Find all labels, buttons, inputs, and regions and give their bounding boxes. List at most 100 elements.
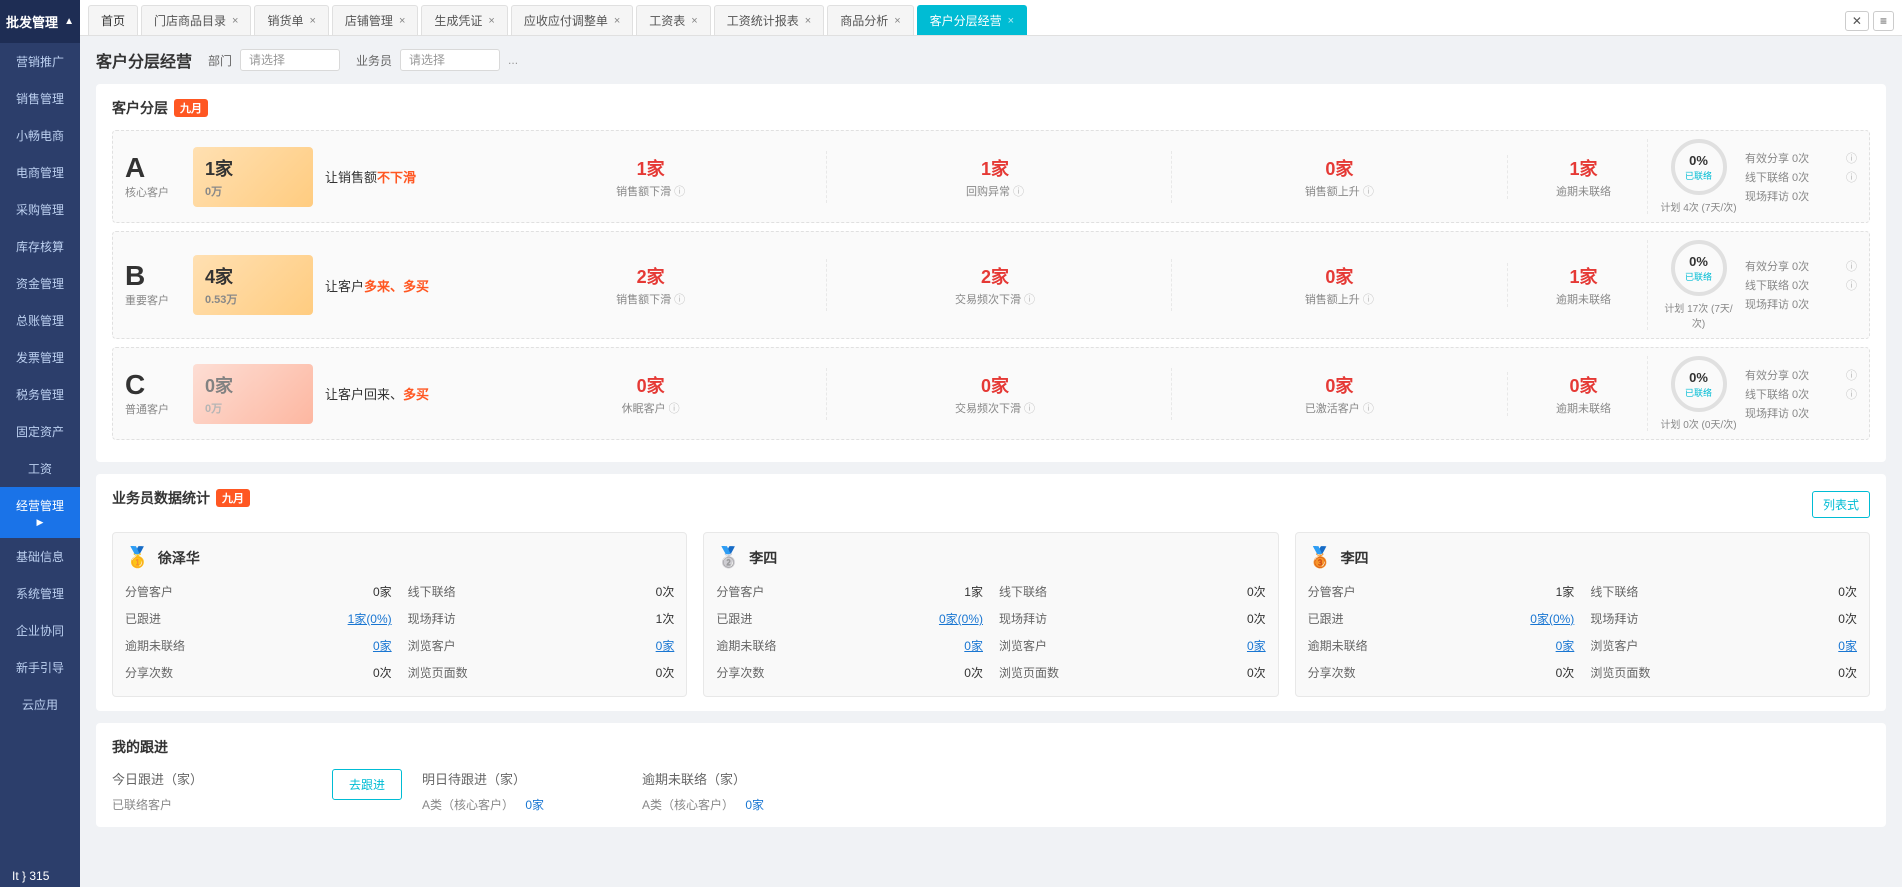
salesman-filter-group: 业务员 请选择 ...	[356, 49, 518, 71]
tier-b-stat-3-count: 0家	[1180, 263, 1499, 289]
tab-voucher-close[interactable]: ×	[488, 15, 494, 27]
tier-c-stat-2-info-icon[interactable]: ⓘ	[1024, 400, 1035, 416]
tab-voucher-label: 生成凭证	[434, 12, 482, 29]
tier-c-right-stats: 有效分享 0次 ⓘ 线下联络 0次 ⓘ 现场拜访 0次	[1737, 367, 1857, 421]
tier-c-contact: 0家 逾期未联络	[1507, 372, 1647, 416]
tier-b-right-share-info-icon[interactable]: ⓘ	[1846, 258, 1857, 274]
tab-goods-close[interactable]: ×	[894, 15, 900, 27]
staff-2-stat-followed-val[interactable]: 0家(0%)	[939, 610, 983, 627]
tab-wagestats[interactable]: 工资统计报表 ×	[714, 5, 824, 35]
tier-b-stat-2-info-icon[interactable]: ⓘ	[1024, 291, 1035, 307]
tab-sales-close[interactable]: ×	[309, 15, 315, 27]
tab-wagestats-close[interactable]: ×	[805, 15, 811, 27]
tab-home[interactable]: 首页	[88, 5, 138, 35]
sidebar-header[interactable]: 批发管理 ▲	[0, 0, 80, 43]
tier-c-contact-label: 逾期未联络	[1520, 400, 1647, 416]
tab-close-all-button[interactable]: ✕	[1845, 11, 1869, 31]
tab-goods[interactable]: 商品分析 ×	[827, 5, 913, 35]
staff-2-stat-overdue-val[interactable]: 0家	[964, 637, 983, 654]
tab-product[interactable]: 门店商品目录 ×	[141, 5, 251, 35]
sidebar-item-xiaoshou[interactable]: 销售管理	[0, 80, 80, 117]
tab-customer-close[interactable]: ×	[1008, 15, 1014, 27]
tier-a-stat-1-label: 销售额下滑 ⓘ	[491, 183, 810, 199]
tier-b-slogan-highlight: 多来、多买	[364, 279, 429, 294]
goto-follow-button[interactable]: 去跟进	[332, 769, 402, 800]
sidebar-item-yun[interactable]: 云应用	[0, 686, 80, 723]
sidebar-item-jingying[interactable]: 经营管理 ▶	[0, 487, 80, 538]
staff-3-stat-followed-val[interactable]: 0家(0%)	[1530, 610, 1574, 627]
tier-c-right-stat-share: 有效分享 0次 ⓘ	[1745, 367, 1857, 383]
tier-b-stat-1-info-icon[interactable]: ⓘ	[674, 291, 685, 307]
tier-b-stat-1: 2家 销售额下滑 ⓘ	[483, 259, 818, 311]
tier-a-count-wan: 0万	[205, 183, 301, 199]
sidebar-item-xiaodian[interactable]: 小畅电商	[0, 117, 80, 154]
tab-wage-close[interactable]: ×	[691, 15, 697, 27]
sidebar-item-qiye[interactable]: 企业协同	[0, 612, 80, 649]
sidebar-item-kucun[interactable]: 库存核算	[0, 228, 80, 265]
tab-customer[interactable]: 客户分层经营 ×	[917, 5, 1027, 35]
sidebar-item-yingxiao[interactable]: 营销推广	[0, 43, 80, 80]
filter-dots[interactable]: ...	[508, 53, 518, 67]
tier-c-right-offline-info-icon[interactable]: ⓘ	[1846, 386, 1857, 402]
sidebar-item-gudingzichan[interactable]: 固定资产	[0, 413, 80, 450]
sidebar-item-shuiwu[interactable]: 税务管理	[0, 376, 80, 413]
staff-2-stat-browse-val[interactable]: 0家	[1247, 637, 1266, 654]
staff-3-stat-overdue-val[interactable]: 0家	[1556, 637, 1575, 654]
staff-1-stat-followed-val[interactable]: 1家(0%)	[348, 610, 392, 627]
tab-voucher[interactable]: 生成凭证 ×	[421, 5, 507, 35]
tier-b-stat-2: 2家 交易频次下滑 ⓘ	[826, 259, 1162, 311]
dept-select[interactable]: 请选择	[240, 49, 340, 71]
sidebar-item-jichu[interactable]: 基础信息	[0, 538, 80, 575]
tab-menu-button[interactable]: ≡	[1873, 11, 1894, 31]
sidebar-item-zijin[interactable]: 资金管理	[0, 265, 80, 302]
today-sub-label: 已联络客户	[112, 796, 312, 813]
salesman-select[interactable]: 请选择	[400, 49, 500, 71]
tier-b-right-stats: 有效分享 0次 ⓘ 线下联络 0次 ⓘ 现场拜访 0次	[1737, 258, 1857, 312]
tier-c-stat-3-info-icon[interactable]: ⓘ	[1363, 400, 1374, 416]
tier-a-contact: 1家 逾期未联络	[1507, 155, 1647, 199]
tier-b-stat-1-label: 销售额下滑 ⓘ	[491, 291, 810, 307]
tier-a-count-num: 1家	[205, 155, 301, 181]
tier-b-stat-3: 0家 销售额上升 ⓘ	[1171, 259, 1507, 311]
tier-a-right-share-info-icon[interactable]: ⓘ	[1846, 150, 1857, 166]
tier-a-stat-2-info-icon[interactable]: ⓘ	[1013, 183, 1024, 199]
sidebar-item-xitong[interactable]: 系统管理	[0, 575, 80, 612]
tier-c-label: C 普通客户	[125, 371, 185, 417]
tier-b-right-stat-offline: 线下联络 0次 ⓘ	[1745, 277, 1857, 293]
overdue-sub: A类（核心客户） 0家	[642, 796, 842, 813]
staff-2-stat-fenguan-val: 1家	[964, 583, 983, 600]
tab-receivable[interactable]: 应收应付调整单 ×	[511, 5, 633, 35]
sidebar-item-zongzhang[interactable]: 总账管理	[0, 302, 80, 339]
sidebar-item-dianshang[interactable]: 电商管理	[0, 154, 80, 191]
sidebar-item-gongzi[interactable]: 工资	[0, 450, 80, 487]
list-view-button[interactable]: 列表式	[1812, 491, 1870, 518]
tier-c-stat-2-label: 交易频次下滑 ⓘ	[835, 400, 1154, 416]
tier-c-contact-count: 0家	[1520, 372, 1647, 398]
staff-3-stat-browse-val[interactable]: 0家	[1838, 637, 1857, 654]
tab-product-close[interactable]: ×	[232, 15, 238, 27]
tier-b-contact-count: 1家	[1520, 263, 1647, 289]
tab-receivable-close[interactable]: ×	[614, 15, 620, 27]
tier-a-stat-1-info-icon[interactable]: ⓘ	[674, 183, 685, 199]
staff-1-stat-overdue-val[interactable]: 0家	[373, 637, 392, 654]
sidebar-item-label: 发票管理	[4, 349, 76, 366]
tier-c-right-share-info-icon[interactable]: ⓘ	[1846, 367, 1857, 383]
sidebar-item-xinshou[interactable]: 新手引导	[0, 649, 80, 686]
sidebar-item-fapiao[interactable]: 发票管理	[0, 339, 80, 376]
staff-2-stat-browse: 浏览客户 0家	[999, 634, 1266, 657]
tier-a-stat-2: 1家 回购异常 ⓘ	[826, 151, 1162, 203]
tier-b-right-offline-info-icon[interactable]: ⓘ	[1846, 277, 1857, 293]
staff-1-stat-fenguan: 分管客户 0家	[125, 580, 392, 603]
tier-a-right-stat-visit: 现场拜访 0次	[1745, 188, 1857, 204]
tier-c-stat-1-info-icon[interactable]: ⓘ	[669, 400, 680, 416]
tab-wage[interactable]: 工资表 ×	[636, 5, 710, 35]
staff-1-stat-browse-val[interactable]: 0家	[656, 637, 675, 654]
tab-store-close[interactable]: ×	[399, 15, 405, 27]
staff-3-stat-overdue: 逾期未联络 0家	[1308, 634, 1575, 657]
tab-store[interactable]: 店铺管理 ×	[332, 5, 418, 35]
tier-b-stat-3-info-icon[interactable]: ⓘ	[1363, 291, 1374, 307]
tab-sales[interactable]: 销货单 ×	[254, 5, 328, 35]
tier-a-right-offline-info-icon[interactable]: ⓘ	[1846, 169, 1857, 185]
sidebar-item-caigou[interactable]: 采购管理	[0, 191, 80, 228]
tier-a-stat-3-info-icon[interactable]: ⓘ	[1363, 183, 1374, 199]
